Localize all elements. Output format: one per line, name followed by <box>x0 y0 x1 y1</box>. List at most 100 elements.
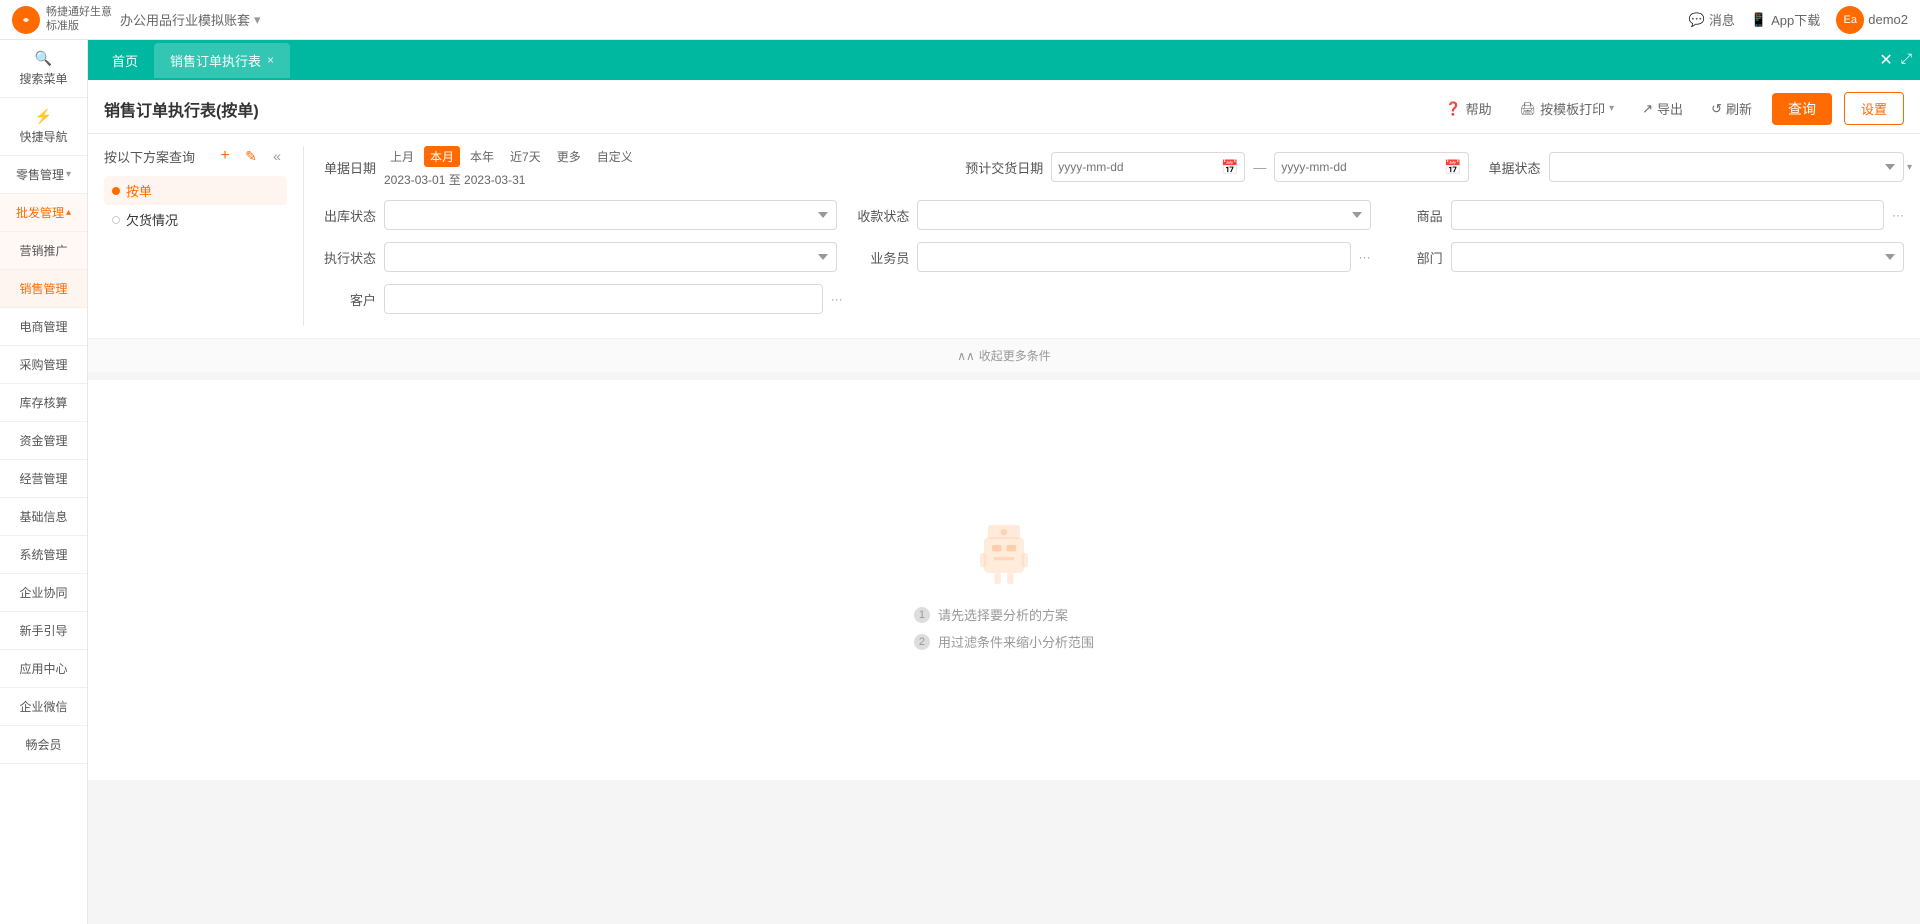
field-goods: 商品 ··· <box>1387 200 1904 230</box>
user-area[interactable]: Ea demo2 <box>1836 6 1908 34</box>
filter-row-1: 单据日期 上月 本月 本年 近7天 更多 自定义 <box>320 146 1904 188</box>
date-tabs: 上月 本月 本年 近7天 更多 自定义 <box>384 146 949 167</box>
add-scheme-icon[interactable]: + <box>215 146 235 166</box>
date-tab-more[interactable]: 更多 <box>551 146 587 167</box>
content-area: 首页 销售订单执行表 × ✕ ⤢ 销售订单执行表(按单) ❓ 帮助 <box>88 40 1920 924</box>
date-tab-this-year[interactable]: 本年 <box>464 146 500 167</box>
edit-scheme-icon[interactable]: ✎ <box>241 146 261 166</box>
print-icon: 🖨 <box>1520 101 1537 117</box>
field-salesman: 业务员 ··· <box>853 242 1370 272</box>
print-btn[interactable]: 🖨 按模板打印 ▾ <box>1512 95 1623 122</box>
collapse-btn[interactable]: ∧∧ 收起更多条件 <box>957 347 1051 364</box>
filter-row-3: 执行状态 业务员 ··· <box>320 242 1904 272</box>
tab-sales-order[interactable]: 销售订单执行表 × <box>154 43 290 78</box>
delivery-status-select[interactable] <box>384 200 837 230</box>
goods-more-icon[interactable]: ··· <box>1892 208 1904 222</box>
filter-left: 按以下方案查询 + ✎ « 按单 <box>104 146 304 326</box>
filter-section: 按以下方案查询 + ✎ « 按单 <box>88 134 1920 338</box>
header-left: 畅捷通好生意 标准版 办公用品行业模拟账套 ▾ <box>12 6 261 34</box>
tab-home[interactable]: 首页 <box>96 43 154 78</box>
sidebar-item-appstore[interactable]: 应用中心 <box>0 650 87 688</box>
collapse-row: ∧∧ 收起更多条件 <box>88 338 1920 372</box>
sidebar-item-nav[interactable]: ⚡ 快捷导航 <box>0 98 87 156</box>
date-tab-custom[interactable]: 自定义 <box>591 146 639 167</box>
settings-btn[interactable]: 设置 <box>1844 92 1904 125</box>
logo-icon <box>12 6 40 34</box>
delivery-status-wrapper <box>384 200 837 230</box>
payment-status-select[interactable] <box>917 200 1370 230</box>
sidebar-item-wholesale[interactable]: 批发管理 ▴ <box>0 194 87 232</box>
date-tab-last-month[interactable]: 上月 <box>384 146 420 167</box>
sidebar-item-guide[interactable]: 新手引导 <box>0 612 87 650</box>
goods-input[interactable] <box>1451 200 1884 230</box>
tab-close-icon[interactable]: × <box>267 53 274 67</box>
sidebar-item-search[interactable]: 🔍 搜索菜单 <box>0 40 87 98</box>
expected-date-start-input[interactable] <box>1058 160 1221 174</box>
sidebar-item-finance[interactable]: 资金管理 <box>0 422 87 460</box>
chevron-down-icon: ▾ <box>66 169 71 180</box>
salesman-more-icon[interactable]: ··· <box>1359 250 1371 264</box>
export-icon: ↗ <box>1642 101 1653 117</box>
filter-left-icons: + ✎ « <box>215 146 287 166</box>
sidebar-item-marketing[interactable]: 营销推广 <box>0 232 87 270</box>
sidebar-item-member[interactable]: 畅会员 <box>0 726 87 764</box>
sidebar-item-purchase[interactable]: 采购管理 <box>0 346 87 384</box>
empty-state: 1 请先选择要分析的方案 2 用过滤条件来缩小分析范围 <box>914 509 1094 651</box>
salesman-input[interactable] <box>917 242 1350 272</box>
refresh-btn[interactable]: ↺ 刷新 <box>1703 95 1760 122</box>
logo-text: 畅捷通好生意 标准版 <box>46 6 112 32</box>
field-delivery-status: 出库状态 <box>320 200 837 230</box>
dept-select[interactable] <box>1451 242 1904 272</box>
sidebar-item-system[interactable]: 系统管理 <box>0 536 87 574</box>
expected-date-end[interactable]: 📅 <box>1274 152 1468 182</box>
sidebar-item-sales[interactable]: 销售管理 <box>0 270 87 308</box>
query-btn[interactable]: 查询 <box>1772 93 1832 125</box>
date-tab-this-month[interactable]: 本月 <box>424 146 460 167</box>
customer-input[interactable] <box>384 284 823 314</box>
expected-date-start[interactable]: 📅 <box>1051 152 1245 182</box>
collapse-scheme-icon[interactable]: « <box>267 146 287 166</box>
export-btn[interactable]: ↗ 导出 <box>1634 95 1691 122</box>
calendar-end-icon: 📅 <box>1444 159 1461 176</box>
logo-area: 畅捷通好生意 标准版 <box>12 6 112 34</box>
inactive-dot <box>112 216 120 224</box>
app-download-btn[interactable]: 📱 App下载 <box>1751 10 1820 29</box>
message-icon: 💬 <box>1689 12 1705 28</box>
sidebar-item-ecommerce[interactable]: 电商管理 <box>0 308 87 346</box>
sidebar-item-retail[interactable]: 零售管理 ▾ <box>0 156 87 194</box>
sidebar-item-enterprise[interactable]: 企业协同 <box>0 574 87 612</box>
payment-status-wrapper <box>917 200 1370 230</box>
sidebar-item-basic[interactable]: 基础信息 <box>0 498 87 536</box>
order-status-select-wrapper <box>1549 152 1904 182</box>
exec-status-select[interactable] <box>384 242 837 272</box>
filter-left-header: 按以下方案查询 + ✎ « <box>104 146 287 166</box>
help-icon: ❓ <box>1445 101 1461 117</box>
message-btn[interactable]: 💬 消息 <box>1689 10 1735 29</box>
breadcrumb[interactable]: 办公用品行业模拟账套 ▾ <box>120 10 261 29</box>
filter-row-4: 客户 ··· <box>320 284 1904 314</box>
window-expand-icon[interactable]: ⤢ <box>1901 50 1912 70</box>
date-tab-7days[interactable]: 近7天 <box>504 146 547 167</box>
field-expected-date: 预计交货日期 📅 — 📅 <box>965 152 1468 182</box>
filter-row-2: 出库状态 收款状态 <box>320 200 1904 230</box>
empty-tip-1: 1 请先选择要分析的方案 <box>914 605 1094 624</box>
order-status-select[interactable] <box>1549 152 1904 182</box>
field-dept: 部门 <box>1387 242 1904 272</box>
sidebar-item-wechat[interactable]: 企业微信 <box>0 688 87 726</box>
search-icon: 🔍 <box>35 50 52 67</box>
expected-date-end-input[interactable] <box>1281 160 1444 174</box>
sidebar-item-inventory[interactable]: 库存核算 <box>0 384 87 422</box>
scheme-item-order[interactable]: 按单 <box>104 176 287 205</box>
help-btn[interactable]: ❓ 帮助 <box>1437 95 1499 122</box>
scheme-item-shortage[interactable]: 欠货情况 <box>104 205 287 234</box>
field-payment-status: 收款状态 <box>853 200 1370 230</box>
customer-more-icon[interactable]: ··· <box>831 292 843 306</box>
tab-bar: 首页 销售订单执行表 × ✕ ⤢ <box>88 40 1920 80</box>
refresh-icon: ↺ <box>1711 101 1722 117</box>
active-dot <box>112 187 120 195</box>
window-close-icon[interactable]: ✕ <box>1879 50 1892 70</box>
sidebar-item-operations[interactable]: 经营管理 <box>0 460 87 498</box>
field-order-date: 单据日期 上月 本月 本年 近7天 更多 自定义 <box>320 146 949 188</box>
page-header: 销售订单执行表(按单) ❓ 帮助 🖨 按模板打印 ▾ ↗ 导出 <box>88 80 1920 134</box>
page-content: 销售订单执行表(按单) ❓ 帮助 🖨 按模板打印 ▾ ↗ 导出 <box>88 80 1920 924</box>
